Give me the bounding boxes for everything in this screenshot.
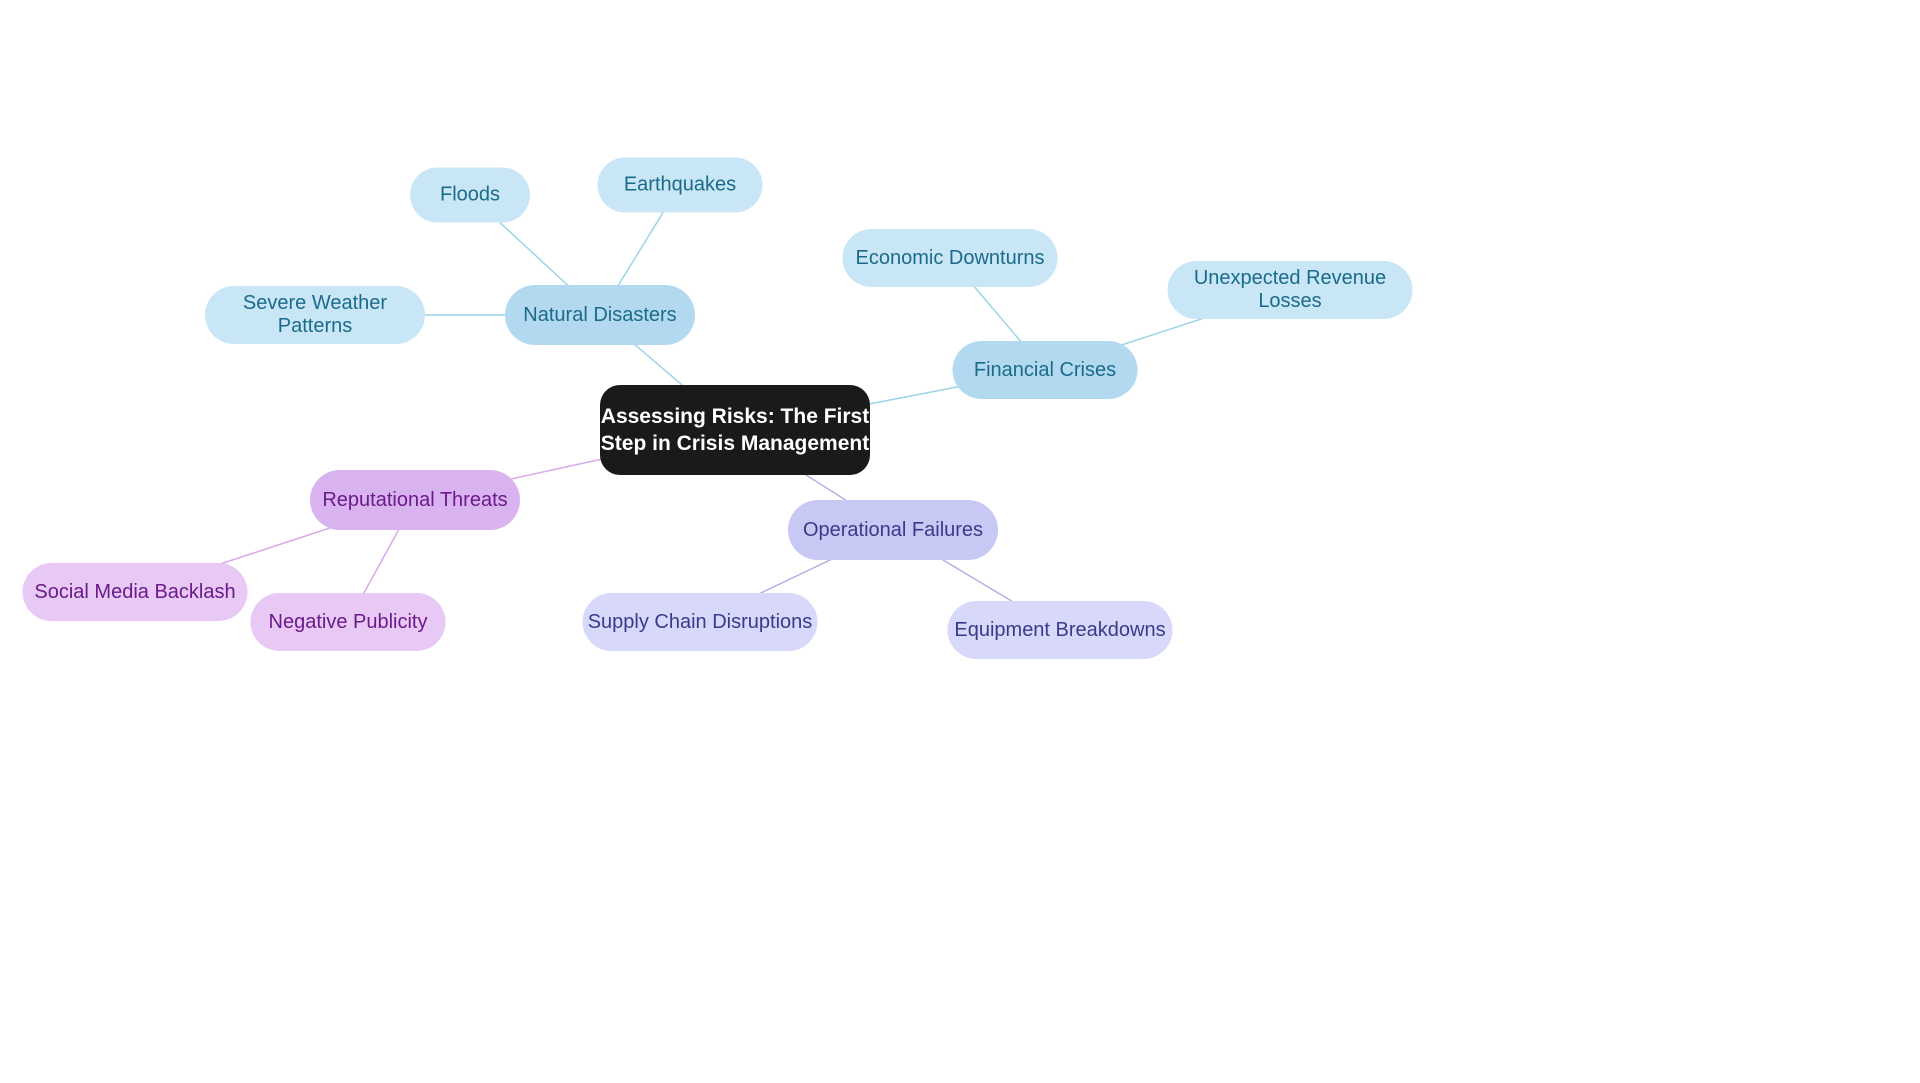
unexpected-revenue-node[interactable]: Unexpected Revenue Losses (1168, 261, 1413, 319)
reputational-threats-node[interactable]: Reputational Threats (310, 470, 520, 530)
natural-disasters-node[interactable]: Natural Disasters (505, 285, 695, 345)
negative-publicity-node[interactable]: Negative Publicity (251, 593, 446, 651)
severe-weather-node[interactable]: Severe Weather Patterns (205, 286, 425, 344)
economic-downturns-node[interactable]: Economic Downturns (843, 229, 1058, 287)
financial-crises-node[interactable]: Financial Crises (953, 341, 1138, 399)
supply-chain-node[interactable]: Supply Chain Disruptions (583, 593, 818, 651)
center-node[interactable]: Assessing Risks: The First Step in Crisi… (600, 385, 870, 475)
social-media-backlash-node[interactable]: Social Media Backlash (23, 563, 248, 621)
mind-map: Assessing Risks: The First Step in Crisi… (0, 0, 1920, 1083)
floods-node[interactable]: Floods (410, 168, 530, 223)
equipment-breakdowns-node[interactable]: Equipment Breakdowns (948, 601, 1173, 659)
operational-failures-node[interactable]: Operational Failures (788, 500, 998, 560)
earthquakes-node[interactable]: Earthquakes (598, 158, 763, 213)
